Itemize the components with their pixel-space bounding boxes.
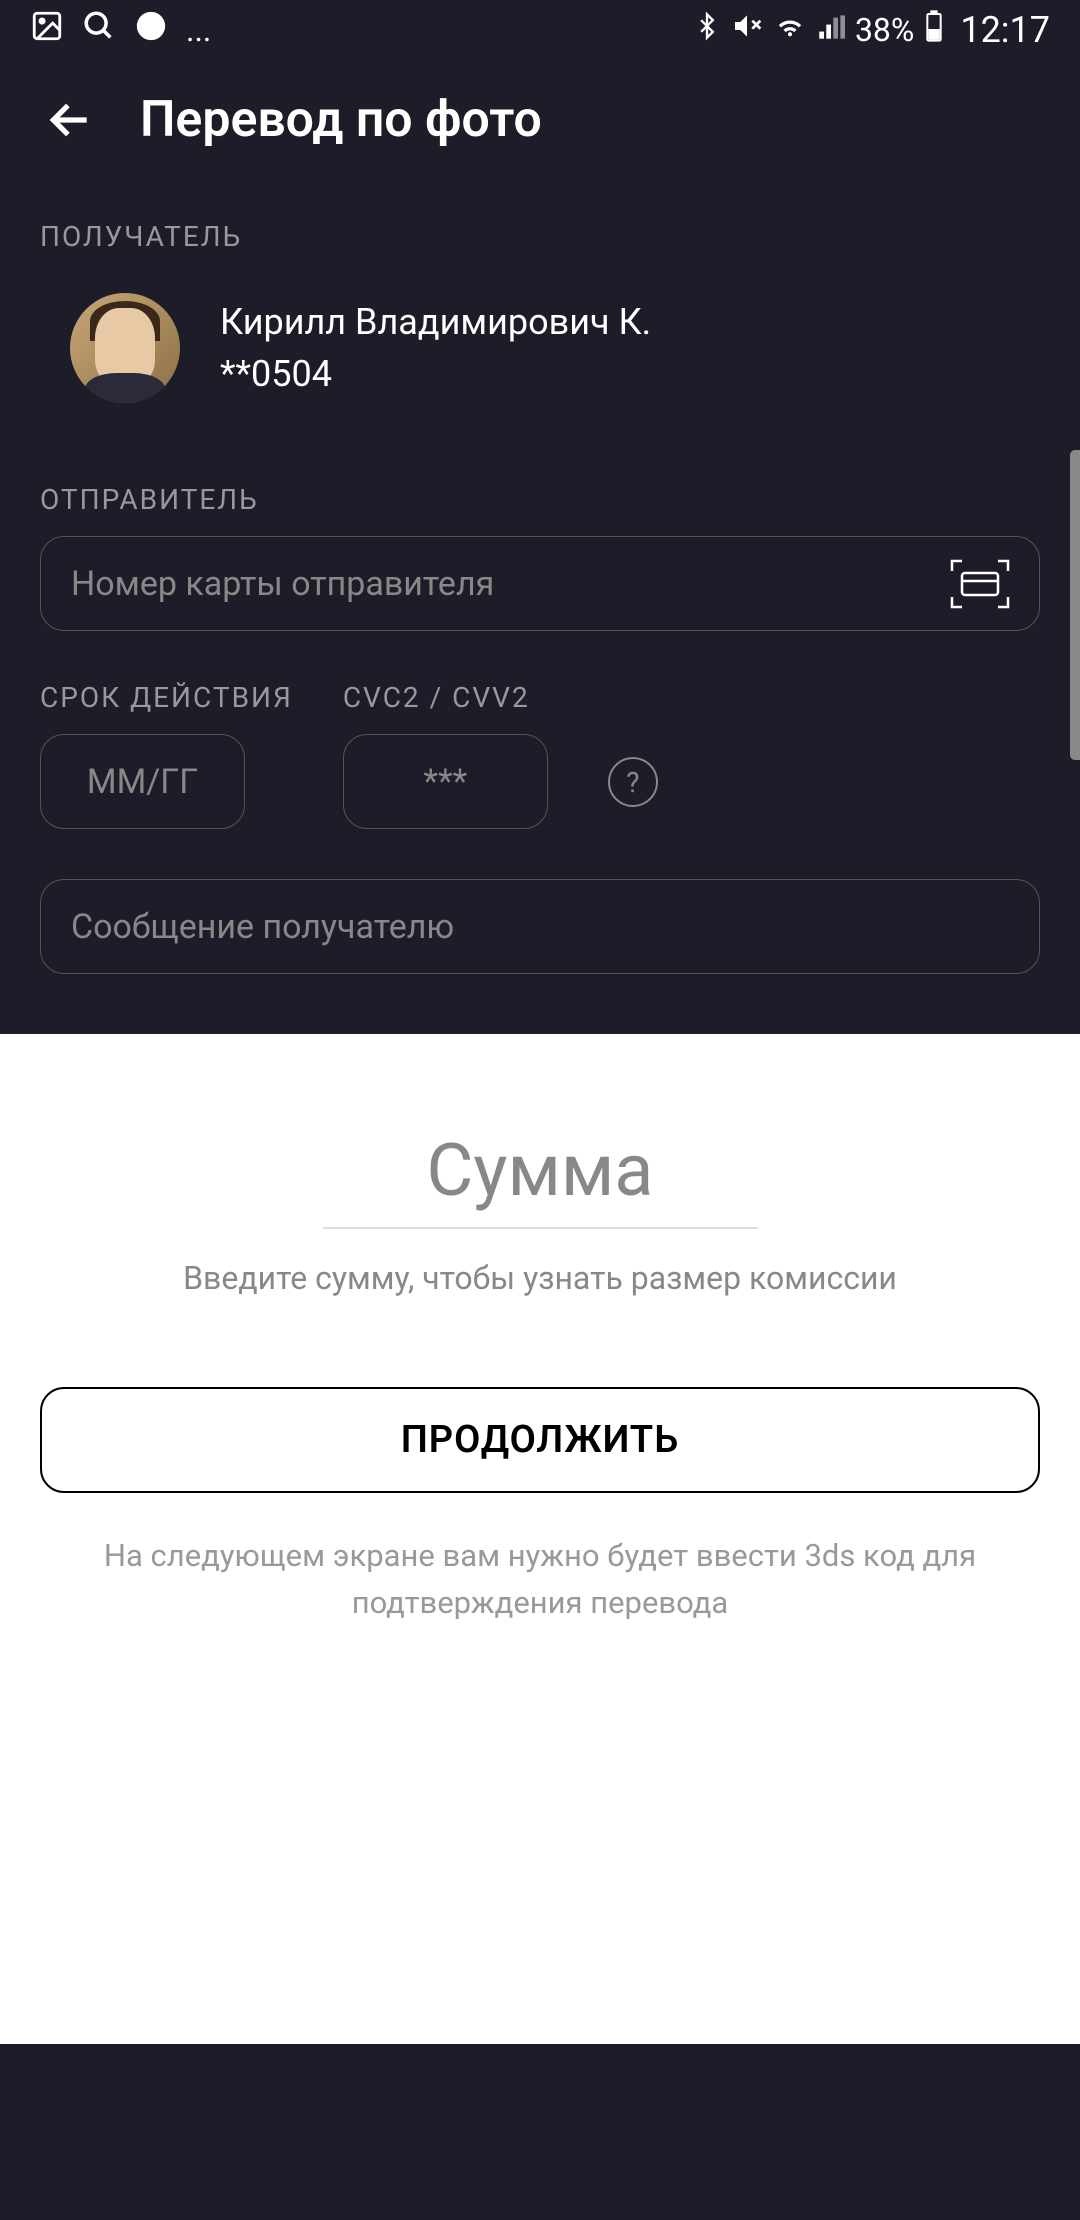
avatar	[70, 293, 180, 403]
search-icon	[82, 9, 116, 51]
notification-icon	[134, 9, 168, 51]
scroll-indicator[interactable]	[1070, 450, 1080, 760]
cvc-help-button[interactable]: ?	[608, 757, 658, 807]
back-button[interactable]	[40, 90, 100, 150]
expiry-label: СРОК ДЕЙСТВИЯ	[40, 631, 293, 734]
mute-icon	[731, 10, 763, 50]
scan-card-icon[interactable]	[950, 559, 1010, 609]
status-right-icons: 38% 12:17	[693, 9, 1050, 51]
status-bar: ... 38% 12:17	[0, 0, 1080, 60]
battery-icon	[924, 10, 944, 50]
wifi-icon	[773, 11, 807, 49]
commission-hint: Введите сумму, чтобы узнать размер комис…	[183, 1259, 897, 1297]
header: Перевод по фото	[0, 60, 1080, 180]
recipient-name: Кирилл Владимирович К.	[220, 301, 651, 343]
more-icon: ...	[186, 11, 211, 49]
recipient-label: ПОЛУЧАТЕЛЬ	[0, 180, 1080, 273]
continue-button[interactable]: ПРОДОЛЖИТЬ	[40, 1387, 1040, 1493]
sender-label: ОТПРАВИТЕЛЬ	[0, 443, 1080, 536]
card-number-input[interactable]	[40, 536, 1040, 631]
message-input[interactable]	[40, 879, 1040, 974]
expiry-input[interactable]	[40, 734, 245, 829]
image-icon	[30, 9, 64, 51]
battery-percent: 38%	[855, 11, 914, 49]
status-left-icons: ...	[30, 9, 211, 51]
recipient-row[interactable]: Кирилл Владимирович К. **0504	[0, 273, 1080, 443]
status-time: 12:17	[960, 9, 1050, 51]
page-title: Перевод по фото	[140, 91, 542, 149]
signal-icon	[817, 11, 845, 49]
amount-section: Введите сумму, чтобы узнать размер комис…	[0, 1034, 1080, 2044]
recipient-card-mask: **0504	[220, 353, 651, 395]
footer-hint: На следующем экране вам нужно будет ввес…	[40, 1533, 1040, 1626]
cvc-label: CVC2 / CVV2	[343, 631, 548, 734]
amount-input[interactable]	[323, 1114, 758, 1229]
bluetooth-icon	[693, 10, 721, 50]
cvc-input[interactable]	[343, 734, 548, 829]
